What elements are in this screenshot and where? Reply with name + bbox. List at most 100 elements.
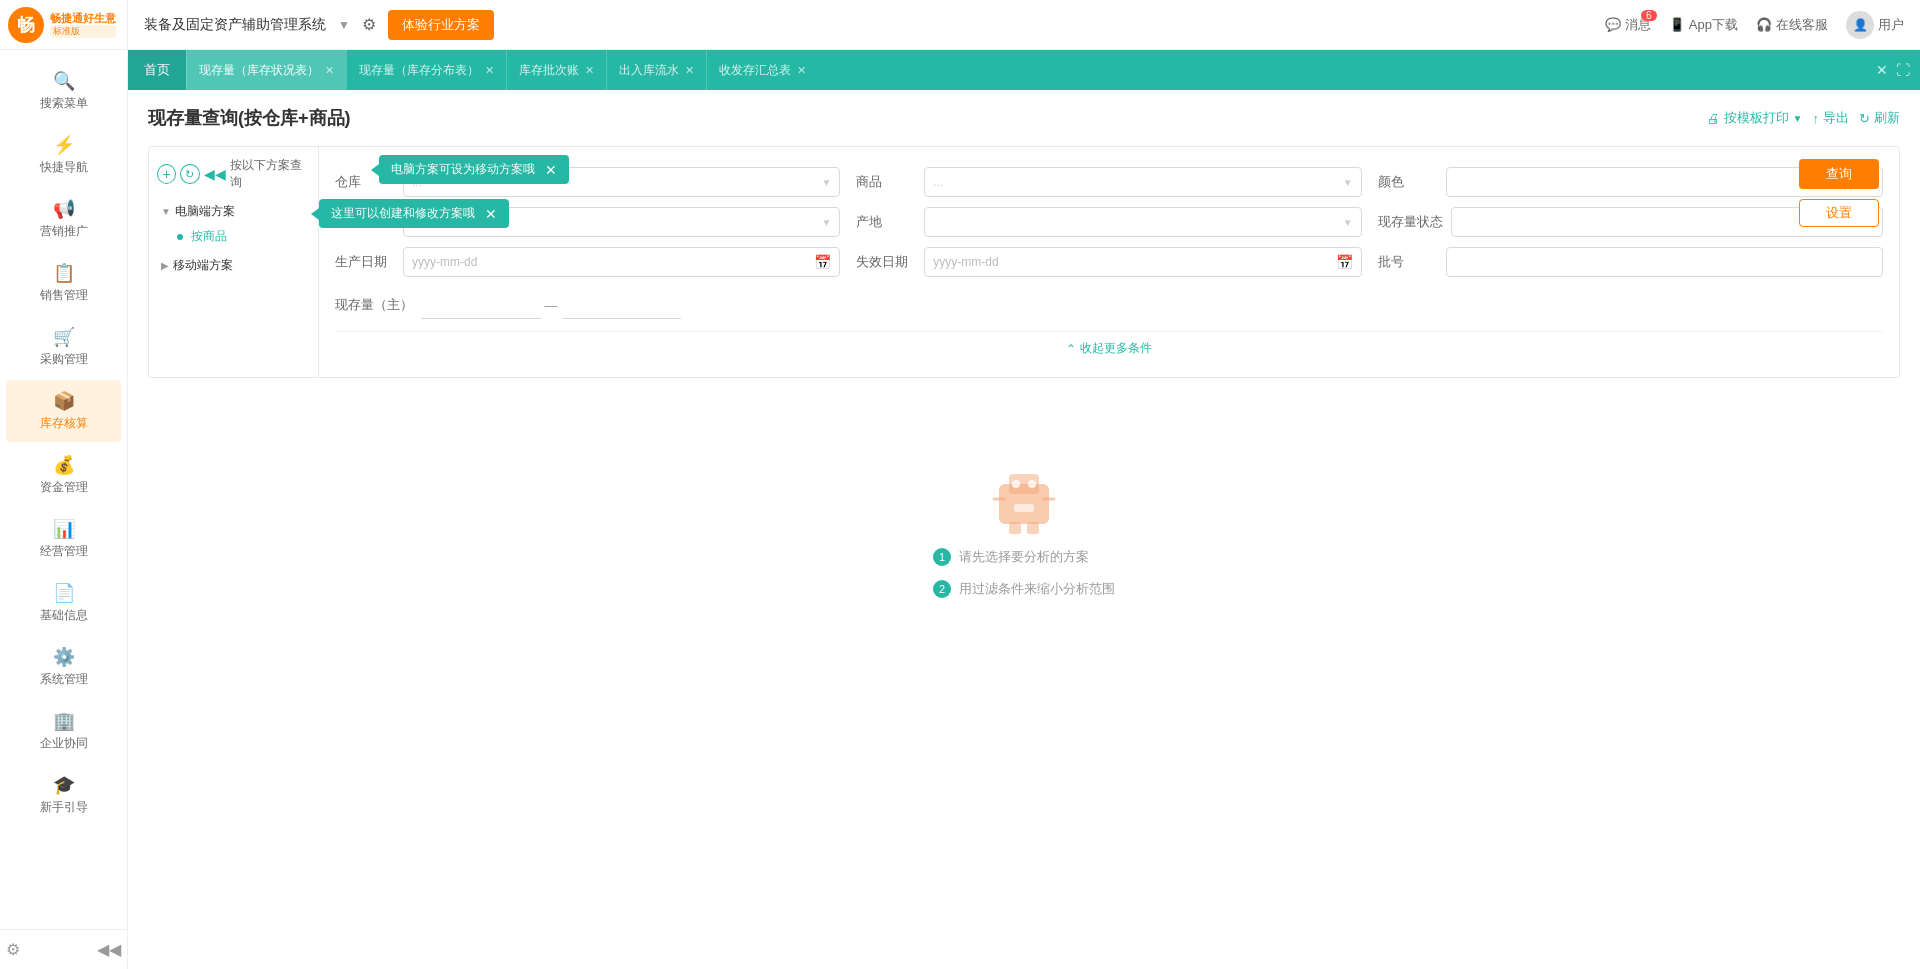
headset-icon: 🎧	[1756, 17, 1772, 32]
logo-icon: 畅	[8, 7, 44, 43]
sidebar-item-inventory[interactable]: 📦 库存核算	[6, 380, 121, 442]
filter-row-4: 现存量（主） —	[335, 287, 1883, 323]
export-button[interactable]: ↑ 导出	[1813, 109, 1850, 127]
enterprise-nav-icon: 🏢	[53, 710, 75, 732]
filter-add-icon[interactable]: +	[157, 164, 176, 184]
sidebar-item-basic[interactable]: 📄 基础信息	[6, 572, 121, 634]
sidebar-item-label: 资金管理	[40, 479, 88, 496]
batch-num-field: 批号	[1378, 247, 1883, 277]
notification-badge: 6	[1641, 10, 1657, 21]
tab-summary[interactable]: 收发存汇总表 ✕	[706, 50, 818, 90]
batch-num-input[interactable]	[1446, 247, 1883, 277]
top-settings-icon[interactable]: ⚙	[362, 15, 376, 34]
sidebar-item-enterprise[interactable]: 🏢 企业协同	[6, 700, 121, 762]
tab-close-all[interactable]: ✕	[1876, 62, 1888, 78]
top-left: 装备及固定资产辅助管理系统 ▼ ⚙ 体验行业方案	[144, 10, 494, 40]
collapse-arrow-up: ⌃	[1066, 342, 1076, 356]
sidebar-item-label: 搜索菜单	[40, 95, 88, 112]
sidebar-item-business[interactable]: 📊 经营管理	[6, 508, 121, 570]
app-download-action[interactable]: 📱 App下载	[1669, 16, 1738, 34]
scheme-by-product[interactable]: 按商品	[157, 224, 310, 249]
tooltip-text: 电脑方案可设为移动方案哦	[391, 161, 535, 178]
mobile-scheme-label: 移动端方案	[173, 257, 233, 274]
tab-home[interactable]: 首页	[128, 50, 186, 90]
sidebar: 畅 畅捷通好生意 标准版 🔍 搜索菜单 ⚡ 快捷导航 📢 营销推广 📋 销售管理…	[0, 0, 128, 969]
reset-button[interactable]: 设置	[1799, 199, 1879, 227]
system-nav-icon: ⚙️	[53, 646, 75, 668]
sidebar-item-guide[interactable]: 🎓 新手引导	[6, 764, 121, 826]
origin-field: 产地 ▼	[856, 207, 1361, 237]
refresh-button[interactable]: ↻ 刷新	[1859, 109, 1900, 127]
tooltip-close-1[interactable]: ✕	[545, 162, 557, 178]
qty-min-input[interactable]	[421, 291, 541, 319]
purchase-nav-icon: 🛒	[53, 326, 75, 348]
message-icon: 💬	[1605, 17, 1621, 32]
trial-button[interactable]: 体验行业方案	[388, 10, 494, 40]
sidebar-item-search[interactable]: 🔍 搜索菜单	[6, 60, 121, 122]
filter-back-icon[interactable]: ◀◀	[204, 166, 226, 182]
sidebar-item-label: 快捷导航	[40, 159, 88, 176]
sidebar-item-label: 经营管理	[40, 543, 88, 560]
scheme-mobile-group[interactable]: ▶ 移动端方案	[157, 253, 310, 278]
tab-inventory-dist[interactable]: 现存量（库存分布表） ✕	[346, 50, 506, 90]
message-action[interactable]: 💬 消息 6	[1605, 16, 1651, 34]
tab-close-5[interactable]: ✕	[797, 64, 806, 77]
origin-select[interactable]: ▼	[924, 207, 1361, 237]
empty-hint: 1 请先选择要分析的方案 2 用过滤条件来缩小分析范围	[933, 544, 1115, 602]
template-print-button[interactable]: 🖨 按模板打印 ▼	[1707, 109, 1803, 127]
sidebar-item-marketing[interactable]: 📢 营销推广	[6, 188, 121, 250]
tab-close-3[interactable]: ✕	[585, 64, 594, 77]
product-select[interactable]: ... ▼	[924, 167, 1361, 197]
tab-expand[interactable]: ⛶	[1896, 62, 1910, 78]
sidebar-item-quick[interactable]: ⚡ 快捷导航	[6, 124, 121, 186]
user-action[interactable]: 👤 用户	[1846, 11, 1904, 39]
step-2-num: 2	[933, 580, 951, 598]
sidebar-item-label: 库存核算	[40, 415, 88, 432]
print-icon: 🖨	[1707, 111, 1720, 126]
filter-label: 按以下方案查询	[230, 157, 311, 191]
scheme-tooltip: 电脑方案可设为移动方案哦 ✕	[379, 155, 569, 184]
expire-date-input[interactable]: yyyy-mm-dd 📅	[924, 247, 1361, 277]
sales-nav-icon: 📋	[53, 262, 75, 284]
inventory-nav-icon: 📦	[53, 390, 75, 412]
refresh-icon: ↻	[1859, 111, 1870, 126]
content-area: 现存量查询(按仓库+商品) 🖨 按模板打印 ▼ ↑ 导出 ↻ 刷新	[128, 90, 1920, 969]
product-field: 商品 ... ▼	[856, 167, 1361, 197]
filter-refresh-icon[interactable]: ↻	[180, 164, 199, 184]
produce-date-input[interactable]: yyyy-mm-dd 📅	[403, 247, 840, 277]
hint-step-2-text: 用过滤条件来缩小分析范围	[959, 576, 1115, 602]
finance-nav-icon: 💰	[53, 454, 75, 476]
sidebar-item-sales[interactable]: 📋 销售管理	[6, 252, 121, 314]
edit-tooltip-text: 这里可以创建和修改方案哦	[331, 205, 475, 222]
print-dropdown-icon: ▼	[1793, 113, 1803, 124]
svg-rect-4	[1014, 504, 1034, 512]
sidebar-item-system[interactable]: ⚙️ 系统管理	[6, 636, 121, 698]
collapse-bar[interactable]: ⌃ 收起更多条件	[335, 331, 1883, 365]
tab-batch-account[interactable]: 库存批次账 ✕	[506, 50, 606, 90]
settings-bottom-icon[interactable]: ⚙	[6, 940, 20, 959]
system-dropdown-arrow[interactable]: ▼	[338, 18, 350, 32]
online-service-action[interactable]: 🎧 在线客服	[1756, 16, 1828, 34]
collapse-sidebar-icon[interactable]: ◀◀	[97, 940, 121, 959]
sidebar-item-label: 营销推广	[40, 223, 88, 240]
qty-main-label: 现存量（主）	[335, 296, 413, 314]
scheme-desktop-group[interactable]: ▼ 电脑端方案	[157, 199, 310, 224]
collapse-label: 收起更多条件	[1080, 340, 1152, 357]
page-actions: 🖨 按模板打印 ▼ ↑ 导出 ↻ 刷新	[1707, 109, 1900, 127]
tooltip-close-2[interactable]: ✕	[485, 206, 497, 222]
sidebar-item-finance[interactable]: 💰 资金管理	[6, 444, 121, 506]
tab-flow[interactable]: 出入库流水 ✕	[606, 50, 706, 90]
expire-date-label: 失效日期	[856, 253, 916, 271]
logo-text: 畅捷通好生意 标准版	[50, 11, 116, 39]
scheme-item-label: 按商品	[191, 228, 227, 245]
tab-inventory-status[interactable]: 现存量（库存状况表） ✕	[186, 50, 346, 90]
business-nav-icon: 📊	[53, 518, 75, 540]
query-button[interactable]: 查询	[1799, 159, 1879, 189]
tab-close-1[interactable]: ✕	[325, 64, 334, 77]
sidebar-item-purchase[interactable]: 🛒 采购管理	[6, 316, 121, 378]
filter-section: + ↻ ◀◀ 按以下方案查询 ▼ 电脑端方案 按商品	[148, 146, 1900, 378]
quick-nav-icon: ⚡	[53, 134, 75, 156]
tab-close-4[interactable]: ✕	[685, 64, 694, 77]
qty-max-input[interactable]	[562, 291, 682, 319]
tab-close-2[interactable]: ✕	[485, 64, 494, 77]
